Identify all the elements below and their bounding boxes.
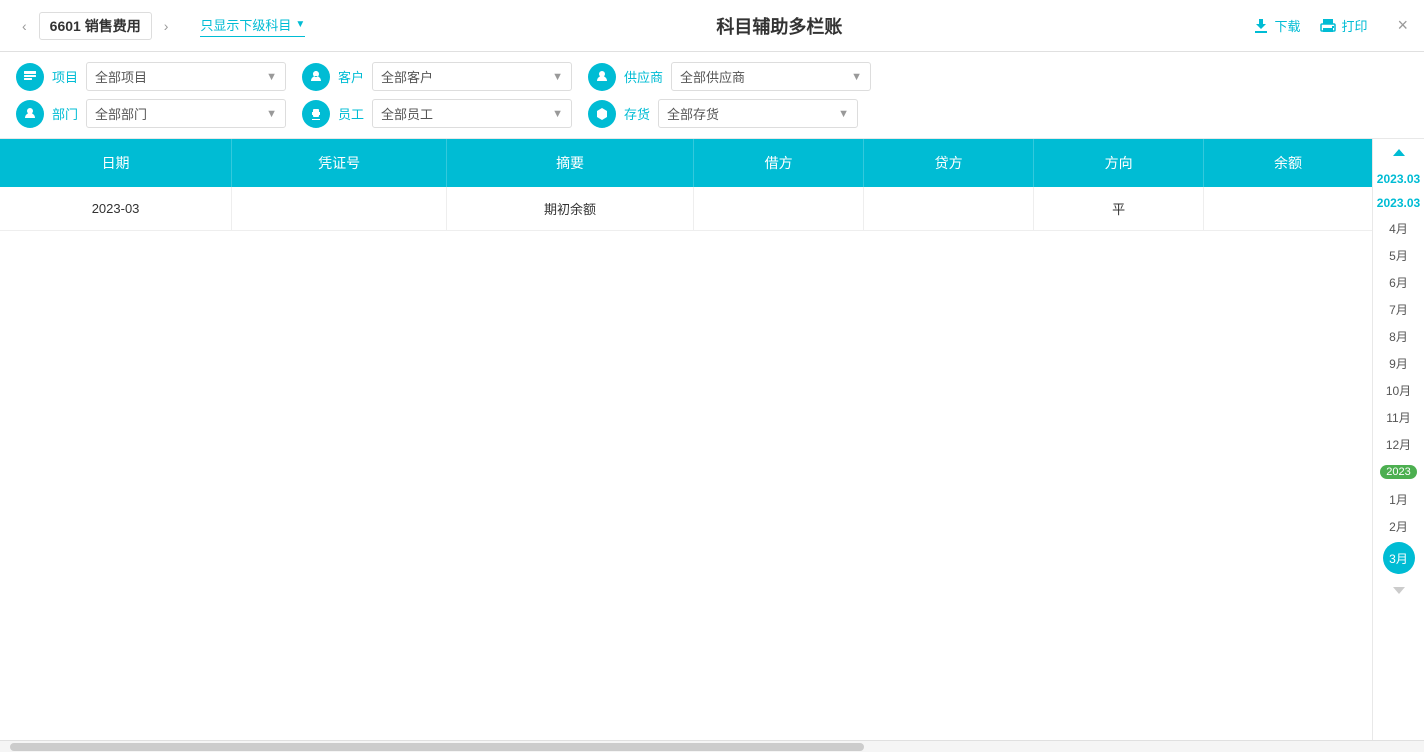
department-value: 全部部门 (95, 104, 147, 123)
col-date: 日期 (0, 139, 232, 187)
supplier-select[interactable]: 全部供应商 ▼ (671, 62, 871, 91)
filter-row-1: 项目 全部项目 ▼ 客户 全部客户 ▼ (16, 62, 1408, 91)
cell-voucher (232, 187, 447, 231)
ledger-table: 日期 凭证号 摘要 借方 贷方 方向 余额 2023-03 期初余额 (0, 139, 1372, 231)
cell-debit (694, 187, 864, 231)
col-balance: 余额 (1204, 139, 1372, 187)
customer-label: 客户 (338, 67, 364, 86)
scrollbar-thumb[interactable] (10, 743, 864, 751)
cell-summary: 期初余额 (447, 187, 694, 231)
employee-select[interactable]: 全部员工 ▼ (372, 99, 572, 128)
col-credit: 贷方 (864, 139, 1034, 187)
sidebar-month-7[interactable]: 7月 (1373, 296, 1424, 323)
filter-area: 项目 全部项目 ▼ 客户 全部客户 ▼ (0, 52, 1424, 139)
horizontal-scrollbar[interactable] (0, 740, 1424, 752)
department-arrow-icon: ▼ (266, 108, 277, 120)
chevron-up-icon (1391, 145, 1407, 161)
sidebar-month-6[interactable]: 6月 (1373, 269, 1424, 296)
sidebar-down-button[interactable] (1373, 576, 1424, 604)
inventory-value: 全部存货 (667, 104, 719, 123)
cell-date: 2023-03 (0, 187, 232, 231)
supplier-icon (588, 63, 616, 91)
download-button[interactable]: 下载 (1253, 16, 1300, 35)
sidebar-month-2023-03-top2[interactable]: 2023.03 (1373, 191, 1424, 215)
active-month-container: 3月 (1383, 542, 1415, 574)
department-label: 部门 (52, 104, 78, 123)
sidebar-up-button[interactable] (1373, 139, 1424, 167)
nav-area: ‹ 6601 销售费用 › 只显示下级科目 ▼ (16, 12, 305, 40)
show-sub-arrow-icon: ▼ (295, 19, 305, 30)
chevron-down-icon (1391, 582, 1407, 598)
employee-icon (302, 100, 330, 128)
show-sub-label: 只显示下级科目 (200, 15, 291, 34)
inventory-arrow-icon: ▼ (838, 108, 849, 120)
col-voucher: 凭证号 (232, 139, 447, 187)
sidebar-month-4[interactable]: 4月 (1373, 215, 1424, 242)
department-select[interactable]: 全部部门 ▼ (86, 99, 286, 128)
supplier-arrow-icon: ▼ (851, 71, 862, 83)
sidebar-month-11[interactable]: 11月 (1373, 404, 1424, 431)
customer-icon (302, 63, 330, 91)
sidebar-month-1[interactable]: 1月 (1373, 486, 1424, 513)
inventory-select[interactable]: 全部存货 ▼ (658, 99, 858, 128)
sidebar-month-12[interactable]: 12月 (1373, 431, 1424, 458)
sidebar-month-3-active[interactable]: 3月 (1383, 542, 1415, 574)
filter-project: 项目 全部项目 ▼ (16, 62, 286, 91)
year-badge: 2023 (1380, 465, 1416, 479)
prev-account-button[interactable]: ‹ (16, 16, 33, 36)
sidebar-month-10[interactable]: 10月 (1373, 377, 1424, 404)
project-icon (16, 63, 44, 91)
employee-arrow-icon: ▼ (552, 108, 563, 120)
employee-label: 员工 (338, 104, 364, 123)
project-label: 项目 (52, 67, 78, 86)
page-title: 科目辅助多栏账 (305, 13, 1253, 39)
table-row: 2023-03 期初余额 平 (0, 187, 1372, 231)
department-icon (16, 100, 44, 128)
cell-balance (1204, 187, 1372, 231)
account-code-label: 6601 销售费用 (39, 12, 152, 40)
project-arrow-icon: ▼ (266, 71, 277, 83)
sidebar-month-8[interactable]: 8月 (1373, 323, 1424, 350)
filter-inventory: 存货 全部存货 ▼ (588, 99, 858, 128)
sidebar-month-2023-03-top1[interactable]: 2023.03 (1373, 167, 1424, 191)
cell-direction: 平 (1034, 187, 1204, 231)
project-select[interactable]: 全部项目 ▼ (86, 62, 286, 91)
sidebar-month-2[interactable]: 2月 (1373, 513, 1424, 540)
filter-row-2: 部门 全部部门 ▼ 员工 全部员工 (16, 99, 1408, 128)
project-value: 全部项目 (95, 67, 147, 86)
year-badge-container: 2023 (1380, 462, 1416, 482)
customer-arrow-icon: ▼ (552, 71, 563, 83)
employee-value: 全部员工 (381, 104, 433, 123)
right-sidebar: 2023.03 2023.03 4月 5月 6月 7月 8月 9月 10月 11… (1372, 139, 1424, 740)
close-button[interactable]: × (1397, 15, 1408, 36)
main-content: 日期 凭证号 摘要 借方 贷方 方向 余额 2023-03 期初余额 (0, 139, 1424, 740)
table-header-row: 日期 凭证号 摘要 借方 贷方 方向 余额 (0, 139, 1372, 187)
table-wrapper[interactable]: 日期 凭证号 摘要 借方 贷方 方向 余额 2023-03 期初余额 (0, 139, 1372, 740)
supplier-label: 供应商 (624, 67, 663, 86)
sidebar-month-9[interactable]: 9月 (1373, 350, 1424, 377)
col-summary: 摘要 (447, 139, 694, 187)
filter-department: 部门 全部部门 ▼ (16, 99, 286, 128)
filter-employee: 员工 全部员工 ▼ (302, 99, 572, 128)
download-icon (1253, 18, 1269, 34)
supplier-value: 全部供应商 (680, 67, 745, 86)
col-debit: 借方 (694, 139, 864, 187)
customer-select[interactable]: 全部客户 ▼ (372, 62, 572, 91)
customer-value: 全部客户 (381, 67, 433, 86)
sidebar-month-5[interactable]: 5月 (1373, 242, 1424, 269)
next-account-button[interactable]: › (158, 16, 175, 36)
title-bar: ‹ 6601 销售费用 › 只显示下级科目 ▼ 科目辅助多栏账 下载 (0, 0, 1424, 52)
filter-supplier: 供应商 全部供应商 ▼ (588, 62, 871, 91)
toolbar-right: 下载 打印 × (1253, 15, 1408, 36)
show-sub-toggle[interactable]: 只显示下级科目 ▼ (200, 15, 305, 37)
filter-customer: 客户 全部客户 ▼ (302, 62, 572, 91)
col-direction: 方向 (1034, 139, 1204, 187)
print-icon (1320, 18, 1336, 34)
inventory-label: 存货 (624, 104, 650, 123)
cell-credit (864, 187, 1034, 231)
print-button[interactable]: 打印 (1320, 16, 1367, 35)
inventory-icon (588, 100, 616, 128)
